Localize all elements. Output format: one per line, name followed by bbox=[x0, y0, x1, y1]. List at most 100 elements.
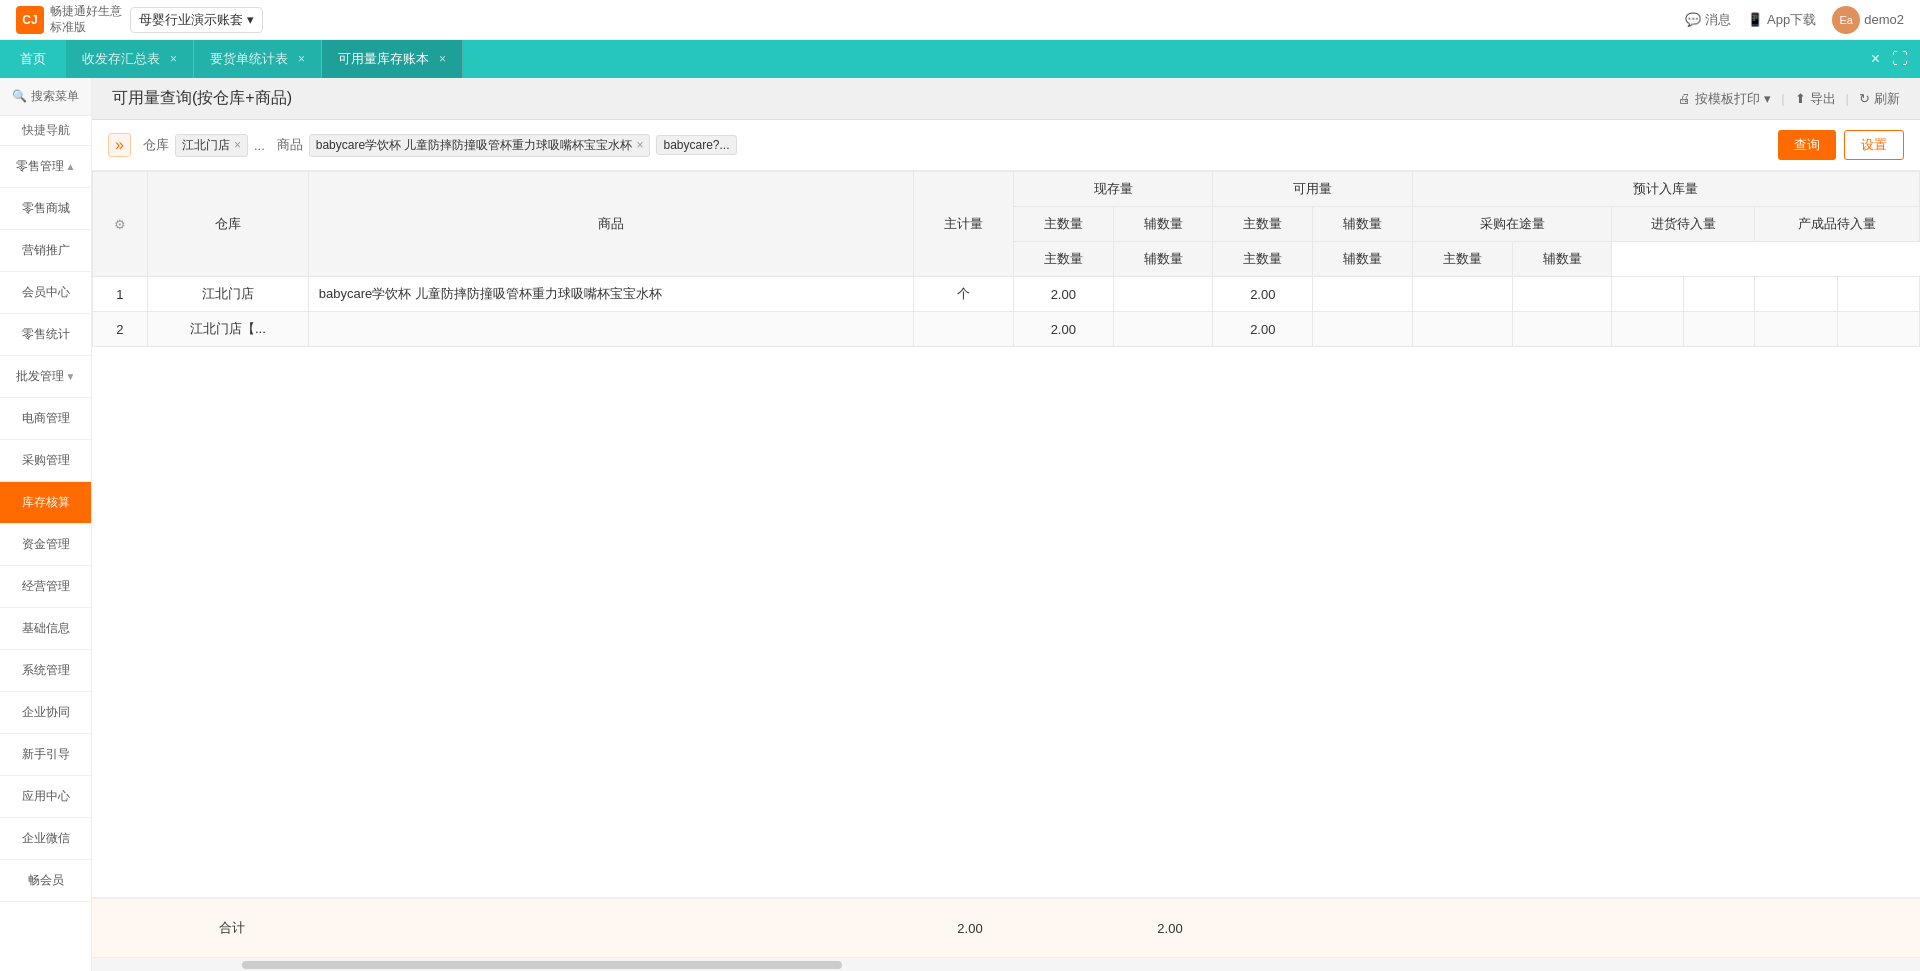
cell-incoming-aux bbox=[1683, 277, 1754, 312]
cell-warehouse: 江北门店【... bbox=[147, 312, 308, 347]
footer-avail-main: 2.00 bbox=[1120, 915, 1220, 942]
sidebar-item-ecommerce-label: 电商管理 bbox=[22, 410, 70, 427]
th-prod-main: 主数量 bbox=[1412, 242, 1512, 277]
cell-incoming-main bbox=[1612, 312, 1683, 347]
sidebar-item-purchase-label: 采购管理 bbox=[22, 452, 70, 469]
sidebar-item-retail-mall[interactable]: 零售商城 bbox=[0, 188, 91, 230]
sidebar-item-retail-mgmt[interactable]: 零售管理 ▲ bbox=[0, 146, 91, 188]
sidebar-item-newuser[interactable]: 新手引导 bbox=[0, 734, 91, 776]
footer-purchase-main bbox=[1320, 922, 1420, 934]
column-settings-icon[interactable]: ⚙ bbox=[114, 217, 126, 232]
sidebar-item-weixin-label: 企业微信 bbox=[22, 830, 70, 847]
product1-remove-btn[interactable]: × bbox=[636, 138, 643, 152]
th-stock-main: 主数量 bbox=[1013, 207, 1113, 242]
th-purchase-aux: 辅数量 bbox=[1113, 242, 1213, 277]
sidebar-item-weixin[interactable]: 企业微信 bbox=[0, 818, 91, 860]
sidebar-item-appcenter[interactable]: 应用中心 bbox=[0, 776, 91, 818]
page-header: 可用量查询(按仓库+商品) 🖨 按模板打印 ▾ | ⬆ 导出 | ↻ 刷新 bbox=[92, 78, 1920, 120]
tab-expand-btn[interactable]: ⛶ bbox=[1888, 46, 1912, 72]
cell-index: 1 bbox=[93, 277, 148, 312]
footer-avail-aux bbox=[1220, 922, 1320, 934]
filter-toggle-btn[interactable]: » bbox=[108, 133, 131, 157]
logo-main-text: 畅捷通好生意 bbox=[50, 4, 122, 20]
th-purchase-main: 主数量 bbox=[1013, 242, 1113, 277]
th-prod-aux: 辅数量 bbox=[1512, 242, 1612, 277]
warehouse-value: 江北门店 bbox=[182, 137, 230, 154]
sidebar-search[interactable]: 🔍 搜索菜单 bbox=[0, 78, 91, 116]
tab-inventory[interactable]: 可用量库存账本 × bbox=[322, 40, 463, 78]
download-action[interactable]: 📱 App下载 bbox=[1747, 11, 1816, 29]
th-settings[interactable]: ⚙ bbox=[93, 172, 148, 277]
cell-prod-aux bbox=[1837, 277, 1919, 312]
message-action[interactable]: 💬 消息 bbox=[1685, 11, 1731, 29]
tab-close-all-btn[interactable]: × bbox=[1867, 46, 1884, 72]
cell-purchase-main bbox=[1412, 312, 1512, 347]
main-layout: 🔍 搜索菜单 快捷导航 零售管理 ▲ 零售商城 营销推广 会员中心 零售统计 批… bbox=[0, 78, 1920, 971]
th-incoming-wait: 进货待入量 bbox=[1612, 207, 1755, 242]
print-template-btn[interactable]: 🖨 按模板打印 ▾ bbox=[1678, 90, 1771, 108]
user-action[interactable]: Ea demo2 bbox=[1832, 6, 1904, 34]
tab-receipts-label: 收发存汇总表 bbox=[82, 50, 160, 68]
sidebar-quick-nav-label: 快捷导航 bbox=[22, 123, 70, 137]
tab-receipts-close[interactable]: × bbox=[170, 52, 177, 66]
sidebar-item-system[interactable]: 系统管理 bbox=[0, 650, 91, 692]
footer-summary-label: 合计 bbox=[172, 913, 292, 943]
sidebar-item-member2[interactable]: 畅会员 bbox=[0, 860, 91, 902]
sidebar-item-retail-mgmt-label: 零售管理 bbox=[16, 158, 64, 175]
bottom-scrollbar[interactable] bbox=[92, 957, 1920, 971]
sidebar-item-inventory-check-label: 库存核算 bbox=[22, 494, 70, 511]
sidebar-item-purchase[interactable]: 采购管理 bbox=[0, 440, 91, 482]
th-warehouse: 仓库 bbox=[147, 172, 308, 277]
tab-orders[interactable]: 要货单统计表 × bbox=[194, 40, 322, 78]
logo-sub-text: 标准版 bbox=[50, 20, 122, 36]
product-tag2: babycare?... bbox=[656, 135, 736, 155]
logo-abbr: CJ bbox=[22, 13, 37, 27]
tab-home-label: 首页 bbox=[20, 50, 46, 68]
th-incoming-main: 主数量 bbox=[1213, 242, 1313, 277]
warehouse-label: 仓库 bbox=[143, 136, 169, 154]
refresh-btn[interactable]: ↻ 刷新 bbox=[1859, 90, 1900, 108]
sidebar-item-basic[interactable]: 基础信息 bbox=[0, 608, 91, 650]
cell-prod-aux bbox=[1837, 312, 1919, 347]
tab-inventory-close[interactable]: × bbox=[439, 52, 446, 66]
product-value2: babycare?... bbox=[663, 138, 729, 152]
sidebar-item-retail-stats[interactable]: 零售统计 bbox=[0, 314, 91, 356]
cell-warehouse: 江北门店 bbox=[147, 277, 308, 312]
refresh-label: 刷新 bbox=[1874, 90, 1900, 108]
industry-selector[interactable]: 母婴行业演示账套 ▾ bbox=[130, 7, 263, 33]
refresh-icon: ↻ bbox=[1859, 91, 1870, 106]
tab-orders-close[interactable]: × bbox=[298, 52, 305, 66]
tab-inventory-label: 可用量库存账本 bbox=[338, 50, 429, 68]
sidebar-item-retail-mall-label: 零售商城 bbox=[22, 200, 70, 217]
sidebar-item-finance[interactable]: 资金管理 bbox=[0, 524, 91, 566]
cell-avail-main: 2.00 bbox=[1213, 277, 1313, 312]
sidebar-quick-nav[interactable]: 快捷导航 bbox=[0, 116, 91, 146]
sidebar-item-inventory-check[interactable]: 库存核算 bbox=[0, 482, 91, 524]
warehouse-more-btn[interactable]: ... bbox=[254, 138, 265, 153]
th-available: 可用量 bbox=[1213, 172, 1413, 207]
sidebar-item-enterprise-label: 企业协同 bbox=[22, 704, 70, 721]
scroll-thumb[interactable] bbox=[242, 961, 842, 969]
footer-prod-aux bbox=[1820, 922, 1920, 934]
th-purchase-transit: 采购在途量 bbox=[1412, 207, 1612, 242]
sidebar-item-wholesale-label: 批发管理 bbox=[16, 368, 64, 385]
search-icon: 🔍 bbox=[12, 89, 27, 103]
warehouse-remove-btn[interactable]: × bbox=[234, 138, 241, 152]
cell-stock-aux bbox=[1113, 312, 1213, 347]
th-incoming-aux: 辅数量 bbox=[1313, 242, 1413, 277]
settings-btn[interactable]: 设置 bbox=[1844, 130, 1904, 160]
cell-incoming-main bbox=[1612, 277, 1683, 312]
tab-home[interactable]: 首页 bbox=[0, 40, 66, 78]
sidebar-item-member[interactable]: 会员中心 bbox=[0, 272, 91, 314]
sidebar-item-operations[interactable]: 经营管理 bbox=[0, 566, 91, 608]
tab-bar: 首页 收发存汇总表 × 要货单统计表 × 可用量库存账本 × × ⛶ bbox=[0, 40, 1920, 78]
filter-actions: 查询 设置 bbox=[1778, 130, 1904, 160]
sidebar-item-marketing[interactable]: 营销推广 bbox=[0, 230, 91, 272]
export-btn[interactable]: ⬆ 导出 bbox=[1795, 90, 1836, 108]
tab-receipts[interactable]: 收发存汇总表 × bbox=[66, 40, 194, 78]
sidebar-item-wholesale[interactable]: 批发管理 ▼ bbox=[0, 356, 91, 398]
sidebar-item-member2-label: 畅会员 bbox=[28, 872, 64, 889]
query-btn[interactable]: 查询 bbox=[1778, 130, 1836, 160]
sidebar-item-enterprise[interactable]: 企业协同 bbox=[0, 692, 91, 734]
sidebar-item-ecommerce[interactable]: 电商管理 bbox=[0, 398, 91, 440]
